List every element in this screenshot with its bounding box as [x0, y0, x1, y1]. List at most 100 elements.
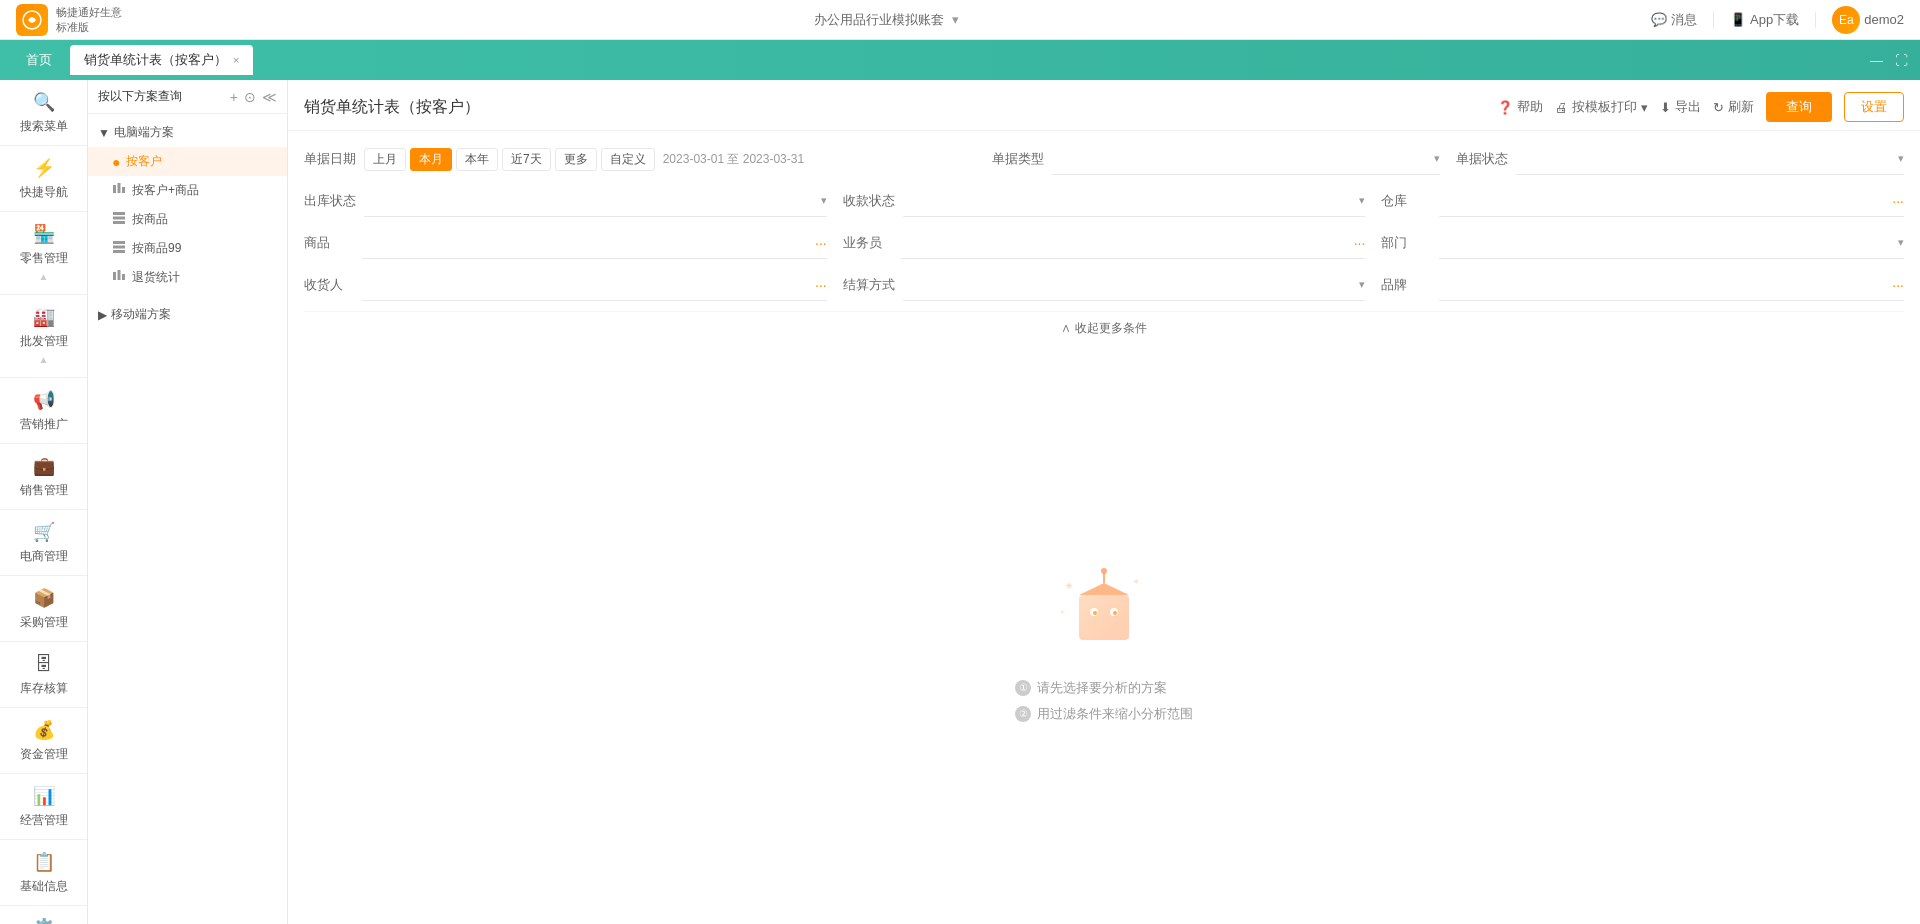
dropdown-icon[interactable]: ▾: [952, 12, 959, 27]
scheme-item-return-stats[interactable]: 退货统计: [88, 263, 287, 292]
refresh-button[interactable]: ↻ 刷新: [1713, 98, 1754, 116]
receipt-status-input-container[interactable]: ▾: [903, 185, 1366, 217]
order-type-input-container[interactable]: ▾: [1052, 143, 1440, 175]
query-button[interactable]: 查询: [1766, 92, 1832, 122]
salesperson-dots[interactable]: ···: [1354, 235, 1366, 251]
date-btn-last-month[interactable]: 上月: [364, 148, 406, 171]
product-input[interactable]: [362, 231, 815, 254]
user-menu[interactable]: Ea demo2: [1832, 6, 1904, 34]
scheme-add-button[interactable]: +: [230, 89, 238, 105]
right-content: 销货单统计表（按客户） ❓ 帮助 🖨 按模板打印 ▾ ⬇ 导出: [288, 80, 1920, 924]
product-dots[interactable]: ···: [815, 235, 827, 251]
tab-statistics[interactable]: 销货单统计表（按客户） ×: [70, 45, 253, 75]
tab-home[interactable]: 首页: [12, 45, 66, 75]
sidebar-item-retail[interactable]: 🏪 零售管理 ▲: [0, 212, 87, 295]
svg-rect-12: [122, 274, 125, 280]
filter-warehouse: 仓库 ···: [1381, 185, 1904, 217]
scheme-item-by-customer[interactable]: ● 按客户: [88, 147, 287, 176]
date-btn-more[interactable]: 更多: [555, 148, 597, 171]
svg-rect-13: [1079, 595, 1129, 640]
sidebar-item-marketing[interactable]: 📢 营销推广: [0, 378, 87, 444]
svg-marker-14: [1079, 583, 1129, 595]
sidebar-item-sales[interactable]: 💼 销售管理: [0, 444, 87, 510]
warehouse-input[interactable]: [1439, 189, 1892, 212]
order-status-input-container[interactable]: ▾: [1516, 143, 1904, 175]
scheme-item-product-99[interactable]: 按商品99: [88, 234, 287, 263]
receipt-status-input[interactable]: [903, 189, 1360, 212]
sidebar-item-quick[interactable]: ⚡ 快捷导航: [0, 146, 87, 212]
warehouse-input-container[interactable]: ···: [1439, 185, 1904, 217]
order-status-input[interactable]: [1516, 147, 1898, 170]
filter-receipt-status: 收款状态 ▾: [843, 185, 1366, 217]
brand-input-container[interactable]: ···: [1439, 269, 1904, 301]
date-btn-this-month[interactable]: 本月: [410, 148, 452, 171]
settings-button[interactable]: 设置: [1844, 92, 1904, 122]
export-button[interactable]: ⬇ 导出: [1660, 98, 1701, 116]
empty-tip-1: ① 请先选择要分析的方案: [1015, 675, 1193, 701]
filter-row-2: 出库状态 ▾ 收款状态 ▾ 仓库: [304, 185, 1904, 217]
brand-label: 品牌: [1381, 276, 1431, 294]
sidebar-item-operations[interactable]: 📊 经营管理: [0, 774, 87, 840]
salesperson-input-container[interactable]: ···: [901, 227, 1366, 259]
payment-input[interactable]: [903, 273, 1360, 296]
app-download-button[interactable]: 📱 App下载: [1730, 11, 1799, 29]
brand-dots[interactable]: ···: [1892, 277, 1904, 293]
collapse-button[interactable]: ∧ 收起更多条件: [304, 311, 1904, 345]
recipient-dots[interactable]: ···: [815, 277, 827, 293]
help-button[interactable]: ❓ 帮助: [1497, 98, 1543, 116]
svg-text:✦: ✦: [1132, 576, 1140, 587]
salesperson-label: 业务员: [843, 234, 893, 252]
scheme-group-desktop-title[interactable]: ▼ 电脑端方案: [88, 118, 287, 147]
product-input-container[interactable]: ···: [362, 227, 827, 259]
avatar: Ea: [1832, 6, 1860, 34]
maximize-button[interactable]: ⛶: [1895, 53, 1908, 68]
out-status-input[interactable]: [364, 189, 821, 212]
brand-input[interactable]: [1439, 273, 1892, 296]
logo-icon: [16, 4, 48, 36]
sidebar-item-search[interactable]: 🔍 搜索菜单: [0, 80, 87, 146]
sidebar-item-wholesale[interactable]: 🏭 批发管理 ▲: [0, 295, 87, 378]
sidebar-item-purchase[interactable]: 📦 采购管理: [0, 576, 87, 642]
date-btn-custom[interactable]: 自定义: [601, 148, 655, 171]
order-type-input[interactable]: [1052, 147, 1434, 170]
sidebar-item-basic[interactable]: 📋 基础信息: [0, 840, 87, 906]
date-btn-7days[interactable]: 近7天: [502, 148, 551, 171]
sidebar-label-operations: 经营管理: [20, 812, 68, 829]
date-btn-this-year[interactable]: 本年: [456, 148, 498, 171]
print-button[interactable]: 🖨 按模板打印 ▾: [1555, 98, 1648, 116]
recipient-input-container[interactable]: ···: [362, 269, 827, 301]
messages-button[interactable]: 💬 消息: [1651, 11, 1697, 29]
page-layout: 按以下方案查询 + ⊙ ≪ ▼ 电脑端方案 ● 按客户: [88, 80, 1920, 924]
print-dropdown-icon[interactable]: ▾: [1641, 100, 1648, 115]
dept-input-container[interactable]: ▾: [1439, 227, 1904, 259]
svg-point-18: [1113, 611, 1117, 615]
dept-input[interactable]: [1439, 231, 1898, 254]
scheme-group-mobile-title[interactable]: ▶ 移动端方案: [88, 300, 287, 329]
mobile-group-label: 移动端方案: [111, 306, 171, 323]
wholesale-icon: 🏭: [33, 305, 55, 330]
scheme-collapse-button[interactable]: ≪: [262, 89, 277, 105]
sidebar-label-finance: 资金管理: [20, 746, 68, 763]
sidebar-item-ecommerce[interactable]: 🛒 电商管理: [0, 510, 87, 576]
scheme-item-by-product[interactable]: 按商品: [88, 205, 287, 234]
sidebar: 🔍 搜索菜单 ⚡ 快捷导航 🏪 零售管理 ▲ 🏭 批发管理 ▲ 📢 营销推广 💼…: [0, 80, 88, 924]
sidebar-item-system[interactable]: ⚙️ 系统管理: [0, 906, 87, 924]
out-status-input-container[interactable]: ▾: [364, 185, 827, 217]
dept-arrow: ▾: [1898, 236, 1904, 249]
scheme-item-customer-product[interactable]: 按客户+商品: [88, 176, 287, 205]
filter-salesperson: 业务员 ···: [843, 227, 1366, 259]
warehouse-dots[interactable]: ···: [1892, 193, 1904, 209]
divider2: [1815, 12, 1816, 28]
sidebar-item-finance[interactable]: 💰 资金管理: [0, 708, 87, 774]
tab-bar-right: — ⛶: [1870, 53, 1908, 68]
svg-rect-3: [122, 187, 125, 193]
sidebar-item-inventory[interactable]: 🗄 库存核算: [0, 642, 87, 708]
retail-icon: 🏪: [33, 222, 55, 247]
minimize-button[interactable]: —: [1870, 53, 1883, 68]
payment-input-container[interactable]: ▾: [903, 269, 1366, 301]
tab-close-icon[interactable]: ×: [233, 55, 239, 66]
scheme-settings-button[interactable]: ⊙: [244, 89, 256, 105]
salesperson-input[interactable]: [901, 231, 1354, 254]
date-range-display: 2023-03-01 至 2023-03-31: [663, 151, 804, 168]
recipient-input[interactable]: [362, 273, 815, 296]
